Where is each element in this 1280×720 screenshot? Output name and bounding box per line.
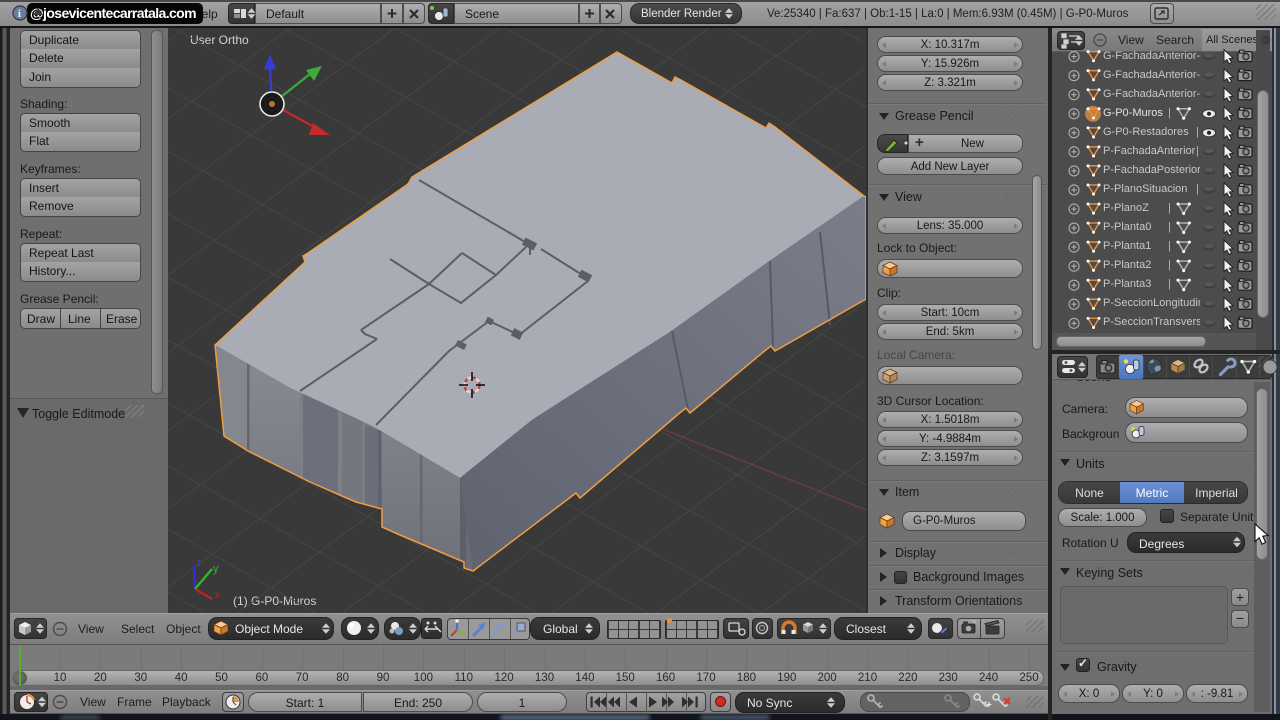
svg-text:z: z bbox=[196, 558, 201, 569]
svg-text:y: y bbox=[213, 563, 219, 575]
svg-text:+: + bbox=[972, 619, 976, 626]
svg-text:x: x bbox=[215, 590, 220, 601]
svg-text:i: i bbox=[18, 9, 21, 20]
svg-text:+: + bbox=[986, 700, 992, 711]
